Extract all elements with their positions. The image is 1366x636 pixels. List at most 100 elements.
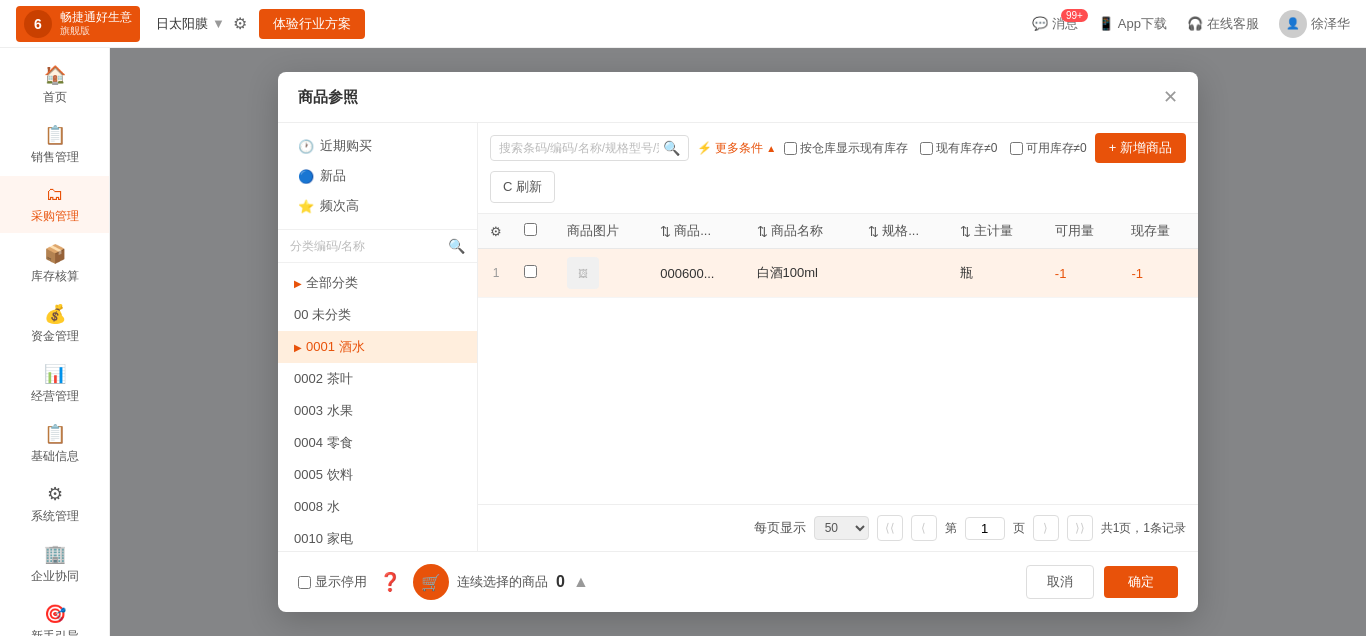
page-next-btn[interactable]: ⟩ bbox=[1033, 515, 1059, 541]
footer-left: 显示停用 ❓ 🛒 连续选择的商品 0 ▲ bbox=[298, 564, 589, 600]
confirm-btn[interactable]: 确定 bbox=[1104, 566, 1178, 598]
cart-collapse-icon[interactable]: ▲ bbox=[573, 573, 589, 591]
nav-right: 💬 消息 99+ 📱 App下载 🎧 在线客服 👤 徐泽华 bbox=[1032, 10, 1350, 38]
product-search-bar: 🔍 bbox=[490, 135, 689, 161]
show-disabled-input[interactable] bbox=[298, 576, 311, 589]
experience-btn[interactable]: 体验行业方案 bbox=[259, 9, 365, 39]
cat-item-0005[interactable]: 0005 饮料 bbox=[278, 459, 477, 491]
footer-right: 取消 确定 bbox=[1026, 565, 1178, 599]
sidebar-item-finance[interactable]: 💰 资金管理 bbox=[0, 295, 109, 353]
sidebar-item-system[interactable]: ⚙ 系统管理 bbox=[0, 475, 109, 533]
cell-index: 1 bbox=[478, 249, 514, 298]
settings-gear-icon[interactable]: ⚙ bbox=[233, 14, 247, 33]
app-download-nav-item[interactable]: 📱 App下载 bbox=[1098, 15, 1167, 33]
cell-checkbox[interactable] bbox=[514, 249, 557, 298]
sidebar-item-operation[interactable]: 📊 经营管理 bbox=[0, 355, 109, 413]
checkbox-warehouse[interactable]: 按仓库显示现有库存 bbox=[784, 140, 908, 157]
brand-name: 畅捷通好生意 旗舰版 bbox=[60, 10, 132, 36]
add-product-btn[interactable]: + 新增商品 bbox=[1095, 133, 1186, 163]
messages-badge: 99+ bbox=[1061, 9, 1088, 22]
modal-header: 商品参照 ✕ bbox=[278, 72, 1198, 123]
page-info: 共1页，1条记录 bbox=[1101, 520, 1186, 537]
th-available[interactable]: 可用量 bbox=[1045, 214, 1122, 249]
checkbox-avail-ne-input[interactable] bbox=[1010, 142, 1023, 155]
cat-item-0008[interactable]: 0008 水 bbox=[278, 491, 477, 523]
enterprise-icon: 🏢 bbox=[44, 543, 66, 565]
sort-icon-spec: ⇅ bbox=[868, 224, 879, 239]
th-image[interactable]: 商品图片 bbox=[557, 214, 650, 249]
cell-available: -1 bbox=[1045, 249, 1122, 298]
checkbox-stock-ne-input[interactable] bbox=[920, 142, 933, 155]
page-prev-btn[interactable]: ⟨ bbox=[911, 515, 937, 541]
cat-item-0004[interactable]: 0004 零食 bbox=[278, 427, 477, 459]
checkbox-warehouse-input[interactable] bbox=[784, 142, 797, 155]
filter-more-btn[interactable]: ⚡ 更多条件 ▲ bbox=[697, 140, 776, 157]
cat-item-0001[interactable]: ▶ 0001 酒水 bbox=[278, 331, 477, 363]
select-all-checkbox[interactable] bbox=[524, 223, 537, 236]
user-profile-nav-item[interactable]: 👤 徐泽华 bbox=[1279, 10, 1350, 38]
show-disabled-checkbox[interactable]: 显示停用 bbox=[298, 573, 367, 591]
cell-spec bbox=[858, 249, 950, 298]
sidebar-item-basic[interactable]: 📋 基础信息 bbox=[0, 415, 109, 473]
cart-icon[interactable]: 🛒 bbox=[413, 564, 449, 600]
sidebar-item-sales[interactable]: 📋 销售管理 bbox=[0, 116, 109, 174]
brand[interactable]: 6 畅捷通好生意 旗舰版 bbox=[16, 6, 140, 42]
product-search-input[interactable] bbox=[499, 141, 659, 155]
th-checkbox[interactable] bbox=[514, 214, 557, 249]
th-spec[interactable]: ⇅ 规格... bbox=[858, 214, 950, 249]
quick-item-recent[interactable]: 🕐 近期购买 bbox=[290, 131, 465, 161]
th-stock[interactable]: 现存量 bbox=[1121, 214, 1198, 249]
category-search-input[interactable] bbox=[290, 239, 444, 253]
messages-nav-item[interactable]: 💬 消息 99+ bbox=[1032, 15, 1078, 33]
th-unit[interactable]: ⇅ 主计量 bbox=[950, 214, 1045, 249]
cat-item-0002[interactable]: 0002 茶叶 bbox=[278, 363, 477, 395]
cell-name: 白酒100ml bbox=[747, 249, 859, 298]
product-table-header: ⚙ 商品图片 bbox=[478, 214, 1198, 249]
purchase-icon: 🗂 bbox=[46, 184, 64, 205]
sort-icon-unit: ⇅ bbox=[960, 224, 971, 239]
store-selector[interactable]: 日太阳膜 ▼ bbox=[156, 15, 225, 33]
help-icon[interactable]: ❓ bbox=[379, 571, 401, 593]
page-number-input[interactable] bbox=[965, 517, 1005, 540]
selector-arrow-icon: ▼ bbox=[212, 16, 225, 31]
sidebar-item-enterprise[interactable]: 🏢 企业协同 bbox=[0, 535, 109, 593]
sidebar-item-guide[interactable]: 🎯 新手引导 bbox=[0, 595, 109, 636]
modal-right-panel: 🔍 ⚡ 更多条件 ▲ 按仓库显示现有库存 bbox=[478, 123, 1198, 551]
modal-close-button[interactable]: ✕ bbox=[1163, 86, 1178, 108]
cat-item-0003[interactable]: 0003 水果 bbox=[278, 395, 477, 427]
cart-count: 0 bbox=[556, 573, 565, 591]
sidebar-item-inventory[interactable]: 📦 库存核算 bbox=[0, 235, 109, 293]
page-size-select[interactable]: 50 10 20 100 bbox=[814, 516, 869, 540]
th-code[interactable]: ⇅ 商品... bbox=[650, 214, 746, 249]
category-search-icon[interactable]: 🔍 bbox=[448, 238, 465, 254]
th-name[interactable]: ⇅ 商品名称 bbox=[747, 214, 859, 249]
page-first-btn[interactable]: ⟨⟨ bbox=[877, 515, 903, 541]
sidebar-item-home[interactable]: 🏠 首页 bbox=[0, 56, 109, 114]
cat-item-0010[interactable]: 0010 家电 bbox=[278, 523, 477, 551]
page-last-btn[interactable]: ⟩⟩ bbox=[1067, 515, 1093, 541]
sort-icon-name: ⇅ bbox=[757, 224, 768, 239]
brand-icon: 6 bbox=[24, 10, 52, 38]
online-service-nav-item[interactable]: 🎧 在线客服 bbox=[1187, 15, 1259, 33]
row-checkbox[interactable] bbox=[524, 265, 537, 278]
cat-item-00[interactable]: 00 未分类 bbox=[278, 299, 477, 331]
quick-item-new[interactable]: 🔵 新品 bbox=[290, 161, 465, 191]
product-search-icon[interactable]: 🔍 bbox=[663, 140, 680, 156]
sales-icon: 📋 bbox=[44, 124, 66, 146]
basic-icon: 📋 bbox=[44, 423, 66, 445]
cell-stock: -1 bbox=[1121, 249, 1198, 298]
checkbox-avail-ne[interactable]: 可用库存≠0 bbox=[1010, 140, 1087, 157]
cell-code: 000600... bbox=[650, 249, 746, 298]
operation-icon: 📊 bbox=[44, 363, 66, 385]
new-icon: 🔵 bbox=[298, 169, 314, 184]
refresh-btn[interactable]: C 刷新 bbox=[490, 171, 555, 203]
checkbox-stock-ne[interactable]: 现有库存≠0 bbox=[920, 140, 997, 157]
cancel-btn[interactable]: 取消 bbox=[1026, 565, 1094, 599]
quick-item-frequent[interactable]: ⭐ 频次高 bbox=[290, 191, 465, 221]
cat-item-all[interactable]: ▶ 全部分类 bbox=[278, 267, 477, 299]
th-settings[interactable]: ⚙ bbox=[478, 214, 514, 249]
sidebar-item-purchase[interactable]: 🗂 采购管理 bbox=[0, 176, 109, 233]
frequent-icon: ⭐ bbox=[298, 199, 314, 214]
table-row[interactable]: 1 🖼 bbox=[478, 249, 1198, 298]
category-list: ▶ 全部分类 00 未分类 ▶ 0001 酒水 0002 茶 bbox=[278, 263, 477, 551]
